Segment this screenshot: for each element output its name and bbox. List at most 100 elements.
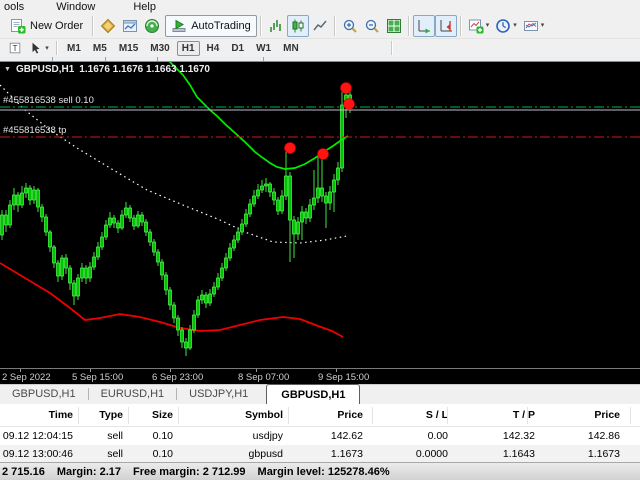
take-profit-line-label: #455816538 tp bbox=[3, 125, 67, 136]
cursor-arrow-icon bbox=[29, 41, 43, 55]
time-axis-label: 9 Sep 15:00 bbox=[318, 372, 370, 383]
tile-windows-button[interactable] bbox=[383, 15, 405, 37]
timeframe-button-h1[interactable]: H1 bbox=[176, 40, 200, 56]
bar-chart-icon bbox=[268, 18, 284, 34]
candlestick-chart-button[interactable] bbox=[286, 14, 309, 37]
text-tool-button[interactable]: T bbox=[5, 39, 25, 57]
dock-tick bbox=[263, 57, 264, 61]
header-divider bbox=[630, 407, 631, 424]
toolbar-separator bbox=[459, 15, 462, 36]
standard-toolbar: New Order AutoTrading ▾ ▾ ▾ bbox=[0, 13, 640, 39]
timeframe-button-m15[interactable]: M15 bbox=[114, 41, 143, 56]
time-axis-tick bbox=[256, 369, 257, 372]
market-watch-icon bbox=[122, 18, 138, 34]
status-bar: 2 715.16 Margin: 2.17 Free margin: 2 712.9… bbox=[0, 462, 640, 480]
chart-shift-button[interactable] bbox=[434, 14, 457, 37]
candlestick-icon bbox=[290, 18, 306, 34]
chart-shift-icon bbox=[438, 18, 454, 34]
new-order-button[interactable]: New Order bbox=[4, 15, 89, 37]
zoom-in-button[interactable] bbox=[339, 15, 361, 37]
toolbar-separator bbox=[390, 41, 393, 55]
status-text: Margin level: 125278.46% bbox=[257, 465, 390, 478]
chart-tab-usdjpy-h1[interactable]: USDJPY,H1 bbox=[177, 384, 260, 404]
metaeditor-icon bbox=[100, 18, 116, 34]
indicators-dropdown[interactable]: ▾ bbox=[465, 15, 493, 37]
chart-area[interactable]: ▼ GBPUSD,H1 1.1676 1.1676 1.1663 1.1670 … bbox=[0, 62, 640, 368]
line-studies-and-periods-toolbar: T ▾ M1 M5 M15 M30 H1 H4 D1 W1 MN bbox=[0, 39, 640, 57]
open-order-line-label: #455816538 sell 0.10 bbox=[3, 95, 94, 106]
header-divider bbox=[288, 407, 289, 424]
navigator-button[interactable] bbox=[141, 15, 163, 37]
navigator-icon bbox=[144, 18, 160, 34]
periods-dropdown[interactable]: ▾ bbox=[492, 15, 520, 37]
time-axis[interactable]: 2 Sep 2022 5 Sep 15:00 6 Sep 23:00 8 Sep 07… bbox=[0, 368, 640, 384]
menu-bar: ools Window Help bbox=[0, 0, 640, 13]
timeframe-button-h4[interactable]: H4 bbox=[202, 41, 225, 56]
trade-row[interactable]: 09.12 12:04:15 sell 0.10 usdjpy 142.62 0.00 14… bbox=[0, 427, 640, 445]
chevron-down-icon: ▾ bbox=[485, 22, 490, 29]
line-chart-icon bbox=[312, 18, 328, 34]
autotrading-label: AutoTrading bbox=[191, 19, 251, 32]
timeframe-button-d1[interactable]: D1 bbox=[226, 41, 249, 56]
status-text: Free margin: 2 712.99 bbox=[133, 465, 246, 478]
chevron-down-icon: ▾ bbox=[45, 44, 49, 52]
zoom-out-icon bbox=[364, 18, 380, 34]
market-watch-button[interactable] bbox=[119, 15, 141, 37]
arrows-tool-dropdown[interactable]: ▾ bbox=[25, 39, 53, 57]
indicators-icon bbox=[468, 18, 484, 34]
time-axis-label: 8 Sep 07:00 bbox=[238, 372, 290, 383]
status-text: 2 715.16 bbox=[2, 465, 45, 478]
triangle-down-icon: ▼ bbox=[4, 66, 11, 73]
line-chart-button[interactable] bbox=[309, 15, 331, 37]
templates-dropdown[interactable]: ▾ bbox=[520, 15, 548, 37]
trade-cell: 1.1673 bbox=[587, 448, 620, 460]
header-divider bbox=[527, 407, 528, 424]
timeframe-button-m30[interactable]: M30 bbox=[145, 41, 174, 56]
metaeditor-button[interactable] bbox=[97, 15, 119, 37]
zoom-in-icon bbox=[342, 18, 358, 34]
trade-row[interactable]: 09.12 13:00:46 sell 0.10 gbpusd 1.1673 0.0000… bbox=[0, 445, 640, 463]
menu-item-window[interactable]: Window bbox=[52, 1, 99, 13]
timeframe-bar: M1 M5 M15 M30 H1 H4 D1 W1 MN bbox=[61, 40, 305, 56]
chart-tab-gbpusd-h1[interactable]: GBPUSD,H1 bbox=[0, 384, 88, 404]
dock-tick bbox=[157, 57, 158, 61]
menu-item-help[interactable]: Help bbox=[129, 1, 160, 13]
text-tool-icon: T bbox=[8, 41, 22, 55]
timeframe-button-w1[interactable]: W1 bbox=[251, 41, 276, 56]
chart-tab-gbpusd-h1[interactable]: GBPUSD,H1 bbox=[266, 384, 361, 404]
new-order-icon bbox=[10, 18, 26, 34]
timeframe-button-m5[interactable]: M5 bbox=[88, 41, 112, 56]
toolbar-separator bbox=[56, 41, 58, 55]
chevron-down-icon: ▾ bbox=[540, 22, 545, 29]
price-chart-svg bbox=[0, 62, 640, 356]
time-axis-label: 6 Sep 23:00 bbox=[152, 372, 204, 383]
time-axis-label: 5 Sep 15:00 bbox=[72, 372, 124, 383]
header-divider bbox=[128, 407, 129, 424]
trade-cell: 0.10 bbox=[152, 448, 173, 460]
menu-item-tools[interactable]: ools bbox=[0, 1, 28, 13]
chart-tabs-bar: GBPUSD,H1 EURUSD,H1 USDJPY,H1 GBPUSD,H1 bbox=[0, 384, 640, 404]
time-axis-tick bbox=[20, 369, 21, 372]
templates-icon bbox=[523, 18, 539, 34]
chart-tab-eurusd-h1[interactable]: EURUSD,H1 bbox=[89, 384, 177, 404]
auto-scroll-button[interactable] bbox=[412, 14, 435, 37]
timeframe-button-mn[interactable]: MN bbox=[278, 41, 304, 56]
autotrading-button[interactable]: AutoTrading bbox=[165, 14, 257, 37]
toolbar-separator bbox=[407, 15, 410, 36]
periods-icon bbox=[495, 18, 511, 34]
dock-tick bbox=[52, 57, 53, 61]
svg-text:T: T bbox=[13, 44, 18, 53]
mt4-terminal-window: ools Window Help New Order AutoTrading ▾… bbox=[0, 0, 640, 480]
header-divider bbox=[78, 407, 79, 424]
timeframe-button-m1[interactable]: M1 bbox=[62, 41, 86, 56]
bar-chart-button[interactable] bbox=[265, 15, 287, 37]
chart-title: ▼ GBPUSD,H1 1.1676 1.1676 1.1663 1.1670 bbox=[4, 64, 210, 75]
toolbar-separator bbox=[92, 15, 95, 36]
toolbar-separator bbox=[259, 15, 262, 36]
autotrading-icon bbox=[171, 18, 187, 34]
trade-cell: 0.10 bbox=[152, 430, 173, 442]
column-header-size[interactable]: Size bbox=[63, 409, 173, 421]
zoom-out-button[interactable] bbox=[361, 15, 383, 37]
tile-windows-icon bbox=[386, 18, 402, 34]
time-axis-tick bbox=[170, 369, 171, 372]
